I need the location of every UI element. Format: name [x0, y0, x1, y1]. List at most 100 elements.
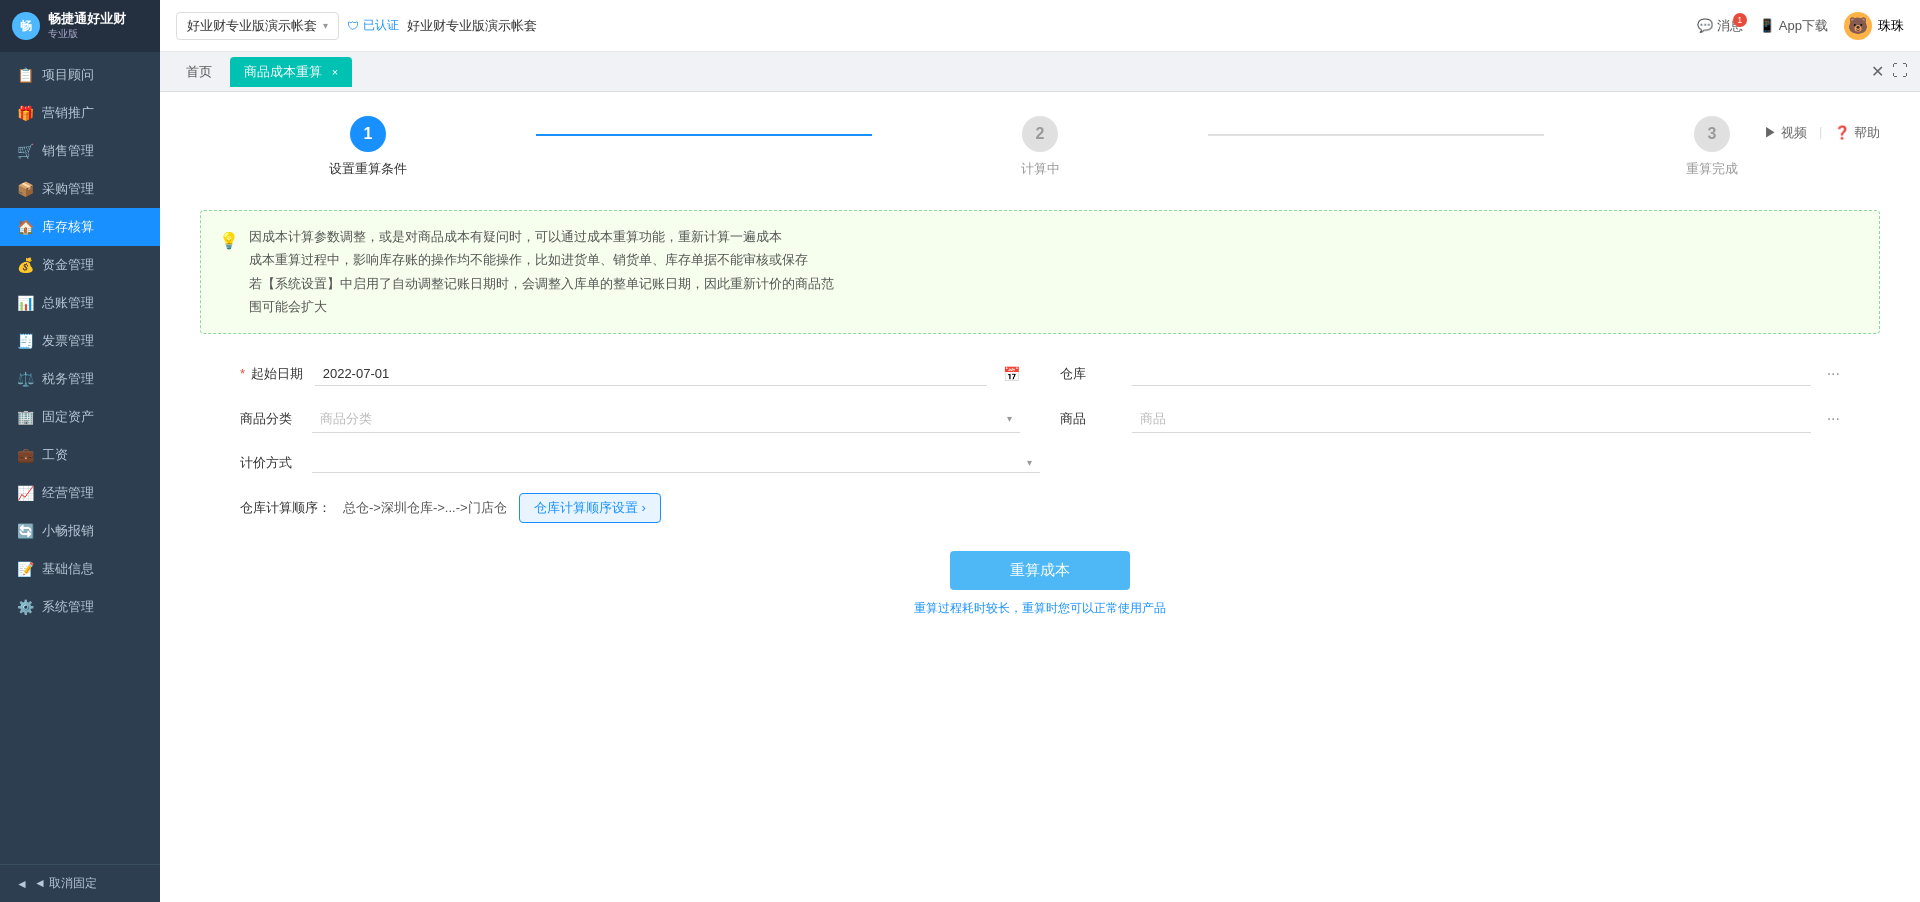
- salary-icon: 💼: [16, 446, 34, 464]
- sidebar-item-system[interactable]: ⚙️ 系统管理: [0, 588, 160, 626]
- warehouse-order-label: 仓库计算顺序：: [240, 499, 331, 517]
- account-selector[interactable]: 好业财专业版演示帐套 ▾: [176, 12, 339, 40]
- start-date-label: * 起始日期: [240, 365, 303, 383]
- sidebar-item-assets[interactable]: 🏢 固定资产: [0, 398, 160, 436]
- category-field: 商品分类 商品分类 ▾: [240, 406, 1020, 433]
- step-1-label: 设置重算条件: [329, 160, 407, 178]
- sidebar-item-accounting[interactable]: 📊 总账管理: [0, 284, 160, 322]
- step-line-2: [1208, 134, 1544, 136]
- pricing-field: 计价方式 ▾: [240, 453, 1040, 473]
- tab-cost-recalc[interactable]: 商品成本重算 ×: [230, 57, 352, 87]
- category-label: 商品分类: [240, 410, 300, 428]
- sidebar-item-operations[interactable]: 📈 经营管理: [0, 474, 160, 512]
- basic-icon: 📝: [16, 560, 34, 578]
- sidebar-item-sales[interactable]: 🛒 销售管理: [0, 132, 160, 170]
- sidebar-item-tax[interactable]: ⚖️ 税务管理: [0, 360, 160, 398]
- pricing-select[interactable]: ▾: [312, 453, 1040, 473]
- form-row-2: 商品分类 商品分类 ▾ 商品 商品 ···: [240, 406, 1840, 433]
- close-window-icon[interactable]: ✕: [1871, 62, 1884, 81]
- assets-icon: 🏢: [16, 408, 34, 426]
- header-left: 好业财专业版演示帐套 ▾ 🛡 已认证 好业财专业版演示帐套: [176, 12, 537, 40]
- finance-icon: 💰: [16, 256, 34, 274]
- step-1-circle: 1: [350, 116, 386, 152]
- sidebar-item-inventory[interactable]: 🏠 库存核算: [0, 208, 160, 246]
- product-select[interactable]: 商品: [1132, 406, 1811, 433]
- product-label: 商品: [1060, 410, 1120, 428]
- project-icon: 📋: [16, 66, 34, 84]
- system-icon: ⚙️: [16, 598, 34, 616]
- marketing-icon: 🎁: [16, 104, 34, 122]
- logo-icon: 畅: [12, 12, 40, 40]
- sidebar: 畅 畅捷通好业财 专业版 📋 项目顾问 🎁 营销推广 🛒 销售管理 📦 采购管理…: [0, 0, 160, 902]
- form-row-1: * 起始日期 📅 仓库 ···: [240, 362, 1840, 386]
- sidebar-item-project[interactable]: 📋 项目顾问: [0, 56, 160, 94]
- unpin-icon: ◄: [16, 877, 28, 891]
- recalc-hint: 重算过程耗时较长，重算时您可以正常使用产品: [914, 600, 1166, 617]
- tab-controls: ✕ ⛶: [1871, 62, 1908, 81]
- sidebar-item-salary[interactable]: 💼 工资: [0, 436, 160, 474]
- warehouse-input[interactable]: [1132, 362, 1811, 386]
- sidebar-menu: 📋 项目顾问 🎁 营销推广 🛒 销售管理 📦 采购管理 🏠 库存核算 💰 资金管…: [0, 52, 160, 864]
- tax-icon: ⚖️: [16, 370, 34, 388]
- step-3-circle: 3: [1694, 116, 1730, 152]
- warehouse-field: 仓库 ···: [1060, 362, 1840, 386]
- accounting-icon: 📊: [16, 294, 34, 312]
- sidebar-item-basic[interactable]: 📝 基础信息: [0, 550, 160, 588]
- warehouse-label: 仓库: [1060, 365, 1120, 383]
- purchase-icon: 📦: [16, 180, 34, 198]
- mobile-icon: 📱: [1759, 18, 1775, 33]
- tab-home[interactable]: 首页: [172, 57, 226, 87]
- recalc-section: 重算成本 重算过程耗时较长，重算时您可以正常使用产品: [240, 551, 1840, 617]
- header-right: 💬 消息 1 📱 App下载 🐻 珠珠: [1697, 12, 1904, 40]
- step-1: 1 设置重算条件: [200, 116, 536, 178]
- page-content: 1 设置重算条件 2 计算中 3 重算完成 ▶ 视频 | ❓ 帮助 💡: [160, 92, 1920, 902]
- step-line-1: [536, 134, 872, 136]
- step-2-circle: 2: [1022, 116, 1058, 152]
- product-dots-icon[interactable]: ···: [1827, 410, 1840, 428]
- warehouse-order-settings-button[interactable]: 仓库计算顺序设置 ›: [519, 493, 661, 523]
- recalc-button[interactable]: 重算成本: [950, 551, 1130, 590]
- product-field: 商品 商品 ···: [1060, 406, 1840, 433]
- sidebar-item-purchase[interactable]: 📦 采购管理: [0, 170, 160, 208]
- start-date-input[interactable]: [315, 362, 987, 386]
- user-menu[interactable]: 🐻 珠珠: [1844, 12, 1904, 40]
- required-mark: *: [240, 366, 245, 381]
- calendar-icon[interactable]: 📅: [1003, 366, 1020, 382]
- category-select[interactable]: 商品分类 ▾: [312, 406, 1020, 433]
- tabs-bar: 首页 商品成本重算 × ✕ ⛶: [160, 52, 1920, 92]
- help-link[interactable]: ❓ 帮助: [1834, 124, 1880, 142]
- tab-close-icon[interactable]: ×: [332, 66, 338, 78]
- notification-badge: 1: [1733, 13, 1747, 27]
- step-2: 2 计算中: [872, 116, 1208, 178]
- sidebar-unpin[interactable]: ◄ ◄ 取消固定: [0, 864, 160, 902]
- logo-text: 畅捷通好业财 专业版: [48, 11, 126, 41]
- notice-icon: 💡: [219, 227, 239, 319]
- operations-icon: 📈: [16, 484, 34, 502]
- sidebar-item-invoice[interactable]: 🧾 发票管理: [0, 322, 160, 360]
- pricing-row: 计价方式 ▾: [240, 453, 1840, 473]
- form-section: * 起始日期 📅 仓库 ··· 商品分类 商品分类: [200, 362, 1880, 617]
- main-area: 好业财专业版演示帐套 ▾ 🛡 已认证 好业财专业版演示帐套 💬 消息 1 📱 A…: [160, 0, 1920, 902]
- warehouse-order-value: 总仓->深圳仓库->...->门店仓: [343, 499, 507, 517]
- maximize-window-icon[interactable]: ⛶: [1892, 62, 1908, 81]
- warehouse-order-row: 仓库计算顺序： 总仓->深圳仓库->...->门店仓 仓库计算顺序设置 ›: [240, 493, 1840, 523]
- category-chevron-icon: ▾: [1007, 413, 1012, 424]
- app-download-button[interactable]: 📱 App下载: [1759, 17, 1828, 35]
- warehouse-dots-icon[interactable]: ···: [1827, 365, 1840, 383]
- message-button[interactable]: 💬 消息 1: [1697, 17, 1743, 35]
- video-link[interactable]: ▶ 视频: [1764, 124, 1807, 142]
- sidebar-logo: 畅 畅捷通好业财 专业版: [0, 0, 160, 52]
- pricing-label: 计价方式: [240, 454, 300, 472]
- sidebar-item-finance[interactable]: 💰 资金管理: [0, 246, 160, 284]
- expense-icon: 🔄: [16, 522, 34, 540]
- sidebar-item-marketing[interactable]: 🎁 营销推广: [0, 94, 160, 132]
- inventory-icon: 🏠: [16, 218, 34, 236]
- pricing-chevron-icon: ▾: [1027, 457, 1032, 468]
- notice-content: 因成本计算参数调整，或是对商品成本有疑问时，可以通过成本重算功能，重新计算一遍成…: [249, 225, 834, 319]
- verified-badge: 🛡 已认证: [347, 17, 399, 34]
- sidebar-item-expense[interactable]: 🔄 小畅报销: [0, 512, 160, 550]
- message-icon: 💬: [1697, 18, 1713, 33]
- invoice-icon: 🧾: [16, 332, 34, 350]
- account-full-name: 好业财专业版演示帐套: [407, 17, 537, 35]
- notice-box: 💡 因成本计算参数调整，或是对商品成本有疑问时，可以通过成本重算功能，重新计算一…: [200, 210, 1880, 334]
